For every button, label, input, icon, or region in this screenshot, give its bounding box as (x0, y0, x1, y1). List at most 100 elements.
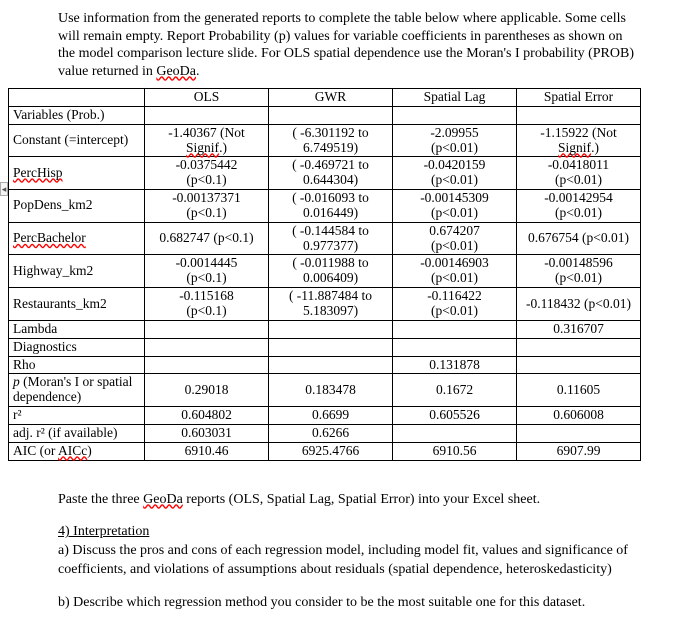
row-label: Rho (9, 356, 145, 374)
cell-gwr: ( -0.144584 to 0.977377) (269, 222, 393, 255)
table-row-rho: Rho 0.131878 (9, 356, 641, 374)
cell (145, 338, 269, 356)
cell-gwr: ( -6.301192 to 6.749519) (269, 124, 393, 157)
cell-ols: -0.0014445(p<0.1) (145, 255, 269, 288)
cell-lag: 0.605526 (393, 407, 517, 425)
cell-gwr: ( -0.469721 to 0.644304) (269, 157, 393, 190)
cell-ols: 0.604802 (145, 407, 269, 425)
row-label: PercBachelor (9, 222, 145, 255)
row-label: AIC (or AICc) (9, 442, 145, 460)
cell (517, 424, 641, 442)
header-ols: OLS (145, 89, 269, 107)
row-label: p (Moran's I or spatial dependence) (9, 374, 145, 407)
cell (145, 320, 269, 338)
cell-err: 6907.99 (517, 442, 641, 460)
cell (393, 338, 517, 356)
cell (269, 106, 393, 124)
table-row-pmoran: p (Moran's I or spatial dependence) 0.29… (9, 374, 641, 407)
cell (269, 320, 393, 338)
row-label: PopDens_km2 (9, 190, 145, 223)
cell-ols: 6910.46 (145, 442, 269, 460)
cell-lag: 0.1672 (393, 374, 517, 407)
cell-gwr: 0.6699 (269, 407, 393, 425)
cell-gwr: ( -11.887484 to 5.183097) (269, 288, 393, 321)
cell-err: -0.0418011(p<0.01) (517, 157, 641, 190)
table-row-lambda: Lambda 0.316707 (9, 320, 641, 338)
document-page: Use information from the generated repor… (0, 0, 697, 623)
table-row-variables: Variables (Prob.) (9, 106, 641, 124)
results-table: OLS GWR Spatial Lag Spatial Error Variab… (8, 88, 641, 461)
cell-lag: -0.00146903(p<0.01) (393, 255, 517, 288)
header-err: Spatial Error (517, 89, 641, 107)
q4b-text: b) Describe which regression method you … (58, 594, 689, 613)
cell-gwr: 6925.4766 (269, 442, 393, 460)
cell-lag: 0.674207(p<0.01) (393, 222, 517, 255)
row-label: adj. r² (if available) (9, 424, 145, 442)
cell-ols: -1.40367 (Not Signif.) (145, 124, 269, 157)
row-label: Lambda (9, 320, 145, 338)
paste-instruction: Paste the three GeoDa reports (OLS, Spat… (58, 491, 689, 510)
table-row: Highway_km2 -0.0014445(p<0.1) ( -0.01198… (9, 255, 641, 288)
cell-gwr: 0.183478 (269, 374, 393, 407)
cell-err: 0.676754 (p<0.01) (517, 222, 641, 255)
table-row: PercHisp -0.0375442(p<0.1) ( -0.469721 t… (9, 157, 641, 190)
cell-ols: 0.682747 (p<0.1) (145, 222, 269, 255)
text: Use information from the generated repor… (58, 11, 626, 26)
margin-handle: ◂ (0, 182, 8, 196)
q4-heading: 4) Interpretation (58, 523, 689, 542)
row-label: Highway_km2 (9, 255, 145, 288)
cell-err: -0.118432 (p<0.01) (517, 288, 641, 321)
spellcheck-geoda: GeoDa (156, 64, 196, 79)
row-label: r² (9, 407, 145, 425)
cell-lag: -0.116422(p<0.01) (393, 288, 517, 321)
row-label: Variables (Prob.) (9, 106, 145, 124)
cell (517, 338, 641, 356)
cell-lag: 0.131878 (393, 356, 517, 374)
row-label: Constant (=intercept) (9, 124, 145, 157)
table-row: Constant (=intercept) -1.40367 (Not Sign… (9, 124, 641, 157)
text: the model comparison lecture slide. For … (58, 46, 634, 61)
row-label: Diagnostics (9, 338, 145, 356)
cell-err: -0.00148596(p<0.01) (517, 255, 641, 288)
table-row-aic: AIC (or AICc) 6910.46 6925.4766 6910.56 … (9, 442, 641, 460)
cell-gwr: ( -0.016093 to 0.016449) (269, 190, 393, 223)
cell (269, 338, 393, 356)
cell (393, 106, 517, 124)
cell (517, 356, 641, 374)
cell-ols: 0.29018 (145, 374, 269, 407)
cell-ols: -0.0375442(p<0.1) (145, 157, 269, 190)
cell-lag: -2.09955(p<0.01) (393, 124, 517, 157)
row-label: PercHisp (9, 157, 145, 190)
instructions-paragraph: Use information from the generated repor… (58, 10, 689, 80)
cell-lag: -0.0420159(p<0.01) (393, 157, 517, 190)
row-label: Restaurants_km2 (9, 288, 145, 321)
table-row-r2: r² 0.604802 0.6699 0.605526 0.606008 (9, 407, 641, 425)
table-row: Restaurants_km2 -0.115168(p<0.1) ( -11.8… (9, 288, 641, 321)
header-lag: Spatial Lag (393, 89, 517, 107)
text: . (196, 64, 200, 79)
table-row-diagnostics: Diagnostics (9, 338, 641, 356)
header-gwr: GWR (269, 89, 393, 107)
cell (393, 424, 517, 442)
text: will remain empty. Report Probability (p… (58, 29, 623, 44)
header-blank (9, 89, 145, 107)
table-row: PopDens_km2 -0.00137371(p<0.1) ( -0.0160… (9, 190, 641, 223)
q4a-text: a) Discuss the pros and cons of each reg… (58, 542, 689, 580)
cell (517, 106, 641, 124)
cell-err: -1.15922 (Not Signif.) (517, 124, 641, 157)
cell-ols: -0.115168(p<0.1) (145, 288, 269, 321)
cell (269, 356, 393, 374)
table-row: PercBachelor 0.682747 (p<0.1) ( -0.14458… (9, 222, 641, 255)
cell-err: 0.11605 (517, 374, 641, 407)
cell-lag: -0.00145309(p<0.01) (393, 190, 517, 223)
post-table-text: Paste the three GeoDa reports (OLS, Spat… (58, 491, 689, 613)
table-header-row: OLS GWR Spatial Lag Spatial Error (9, 89, 641, 107)
cell-err: 0.316707 (517, 320, 641, 338)
table-row-adjr2: adj. r² (if available) 0.603031 0.6266 (9, 424, 641, 442)
cell-ols: -0.00137371(p<0.1) (145, 190, 269, 223)
text: value returned in (58, 64, 156, 79)
cell-gwr: 0.6266 (269, 424, 393, 442)
cell-err: 0.606008 (517, 407, 641, 425)
cell (393, 320, 517, 338)
cell (145, 106, 269, 124)
